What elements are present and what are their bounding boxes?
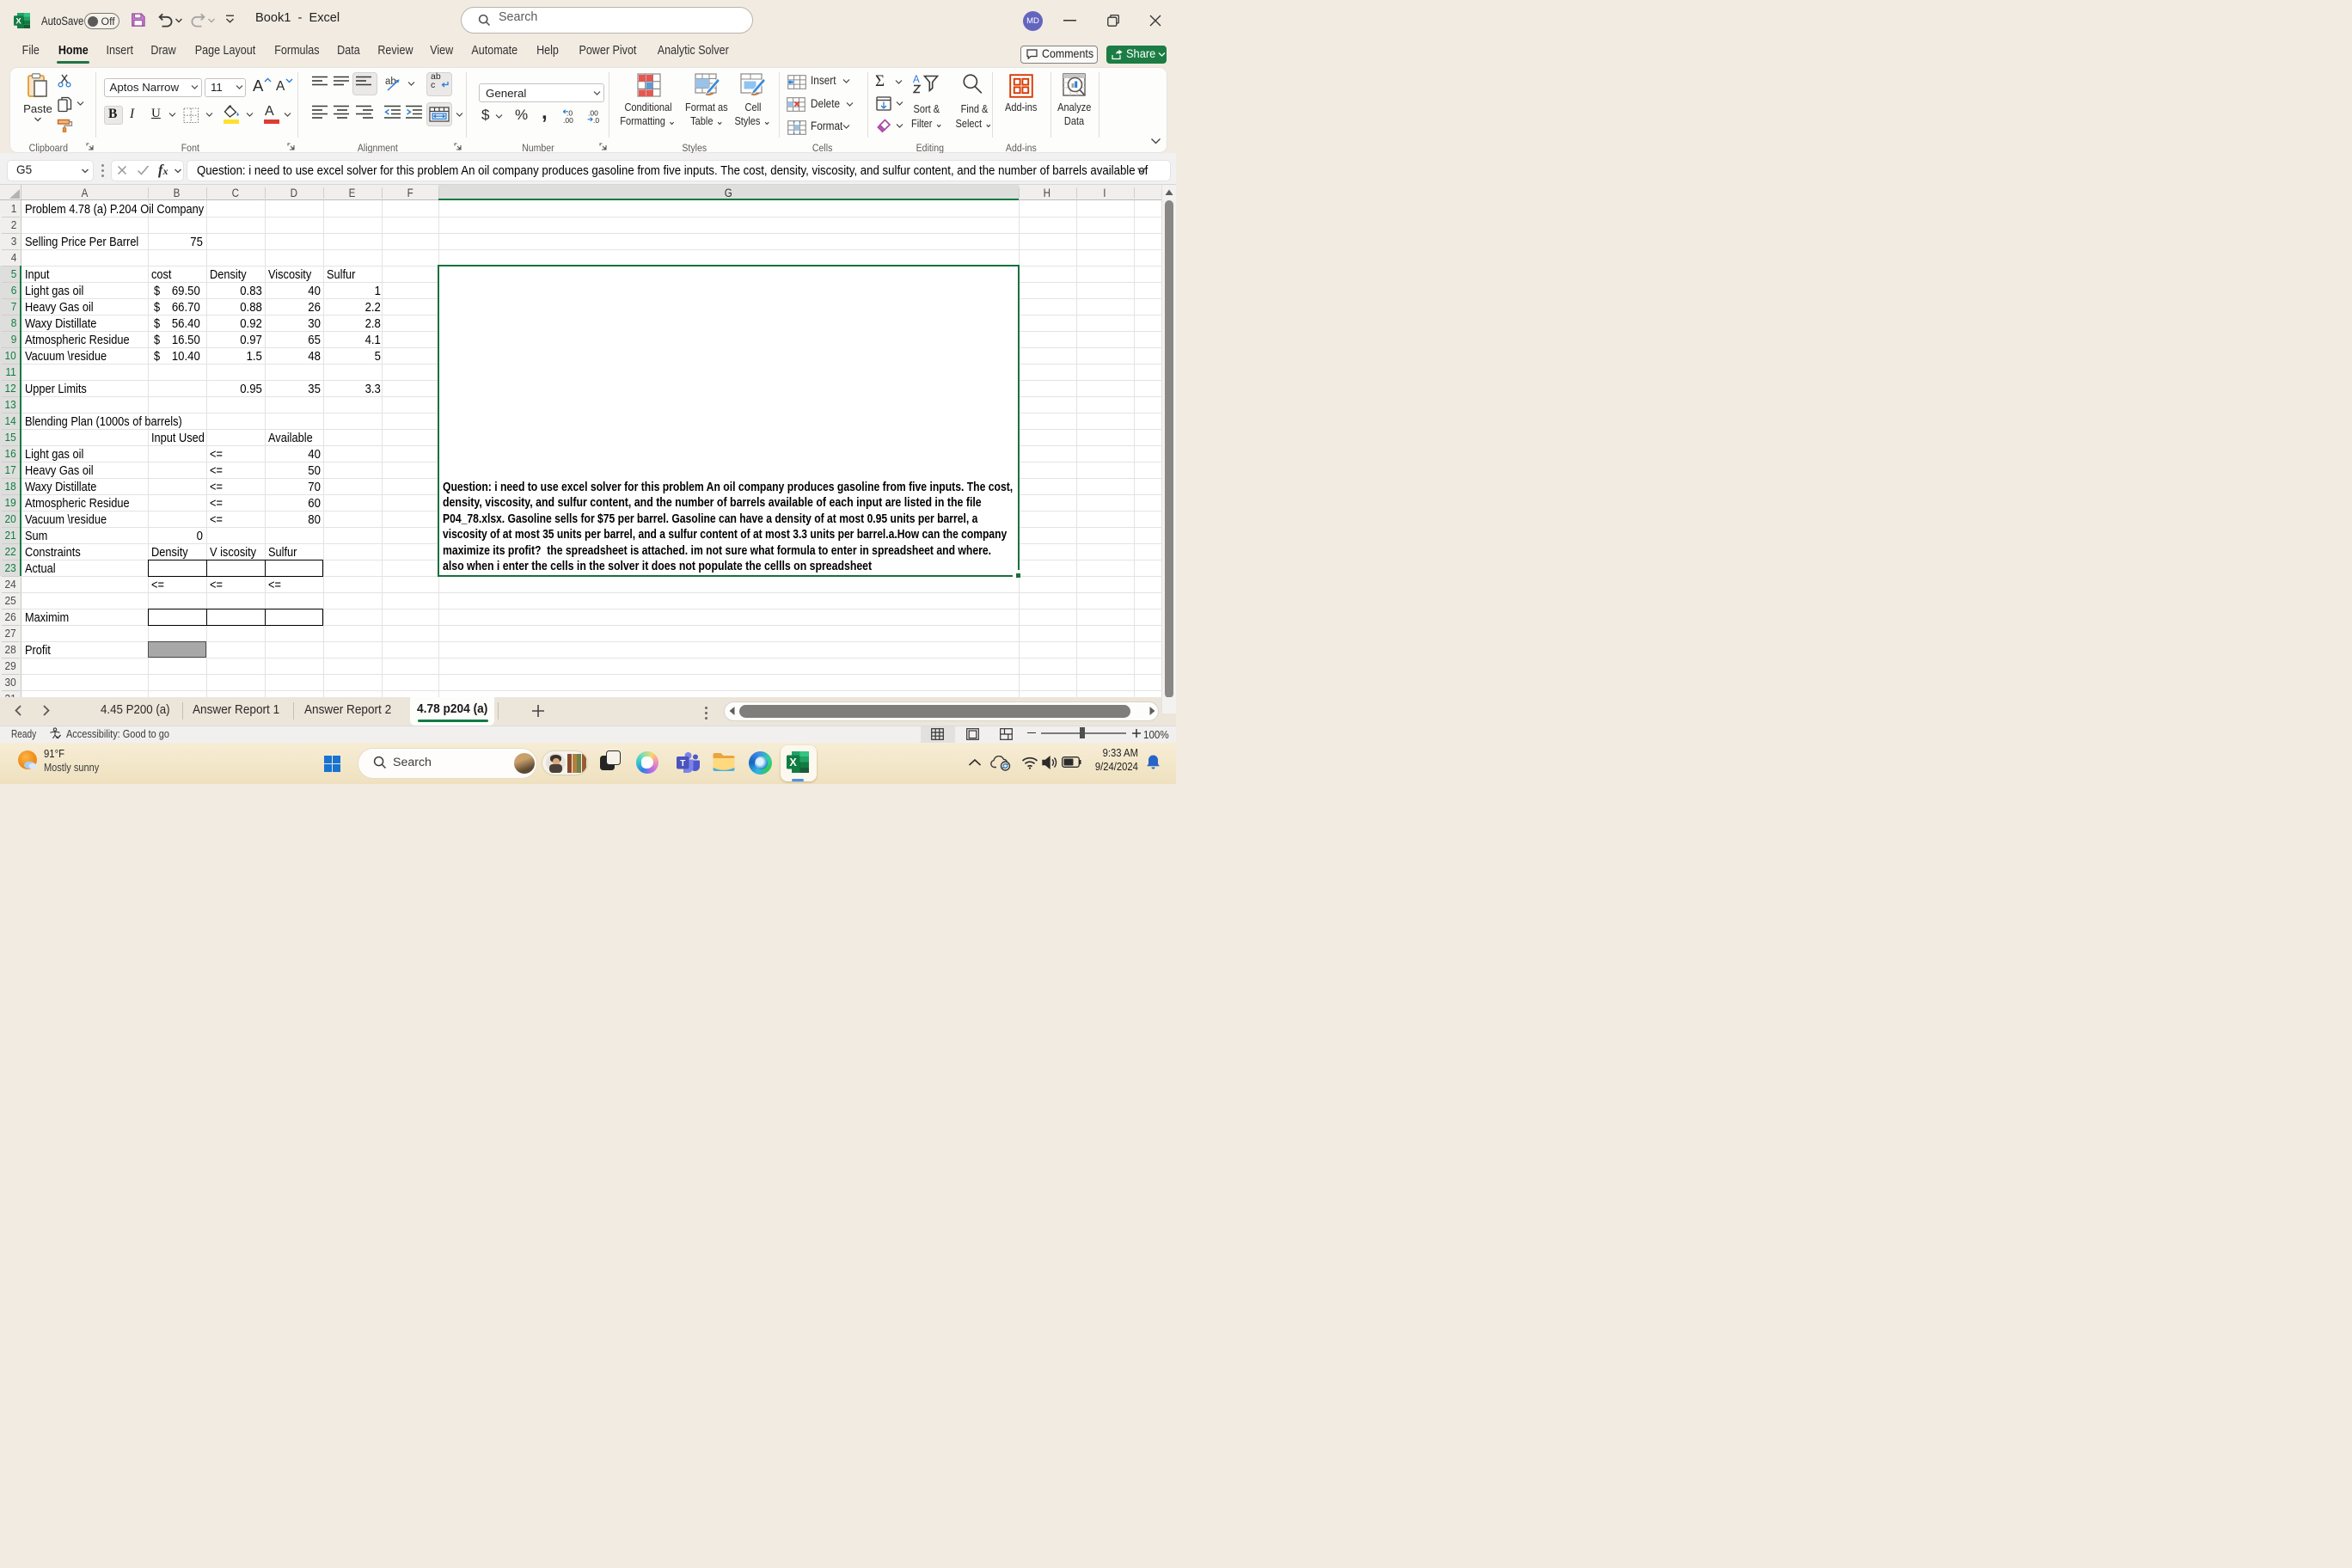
svg-text:A: A bbox=[913, 75, 920, 85]
svg-text:X: X bbox=[789, 756, 797, 769]
svg-text:X: X bbox=[15, 16, 21, 26]
svg-text:ab: ab bbox=[385, 77, 396, 87]
svg-text:.00: .00 bbox=[563, 116, 573, 124]
svg-text:.0: .0 bbox=[593, 116, 599, 124]
svg-text:T: T bbox=[680, 759, 685, 769]
